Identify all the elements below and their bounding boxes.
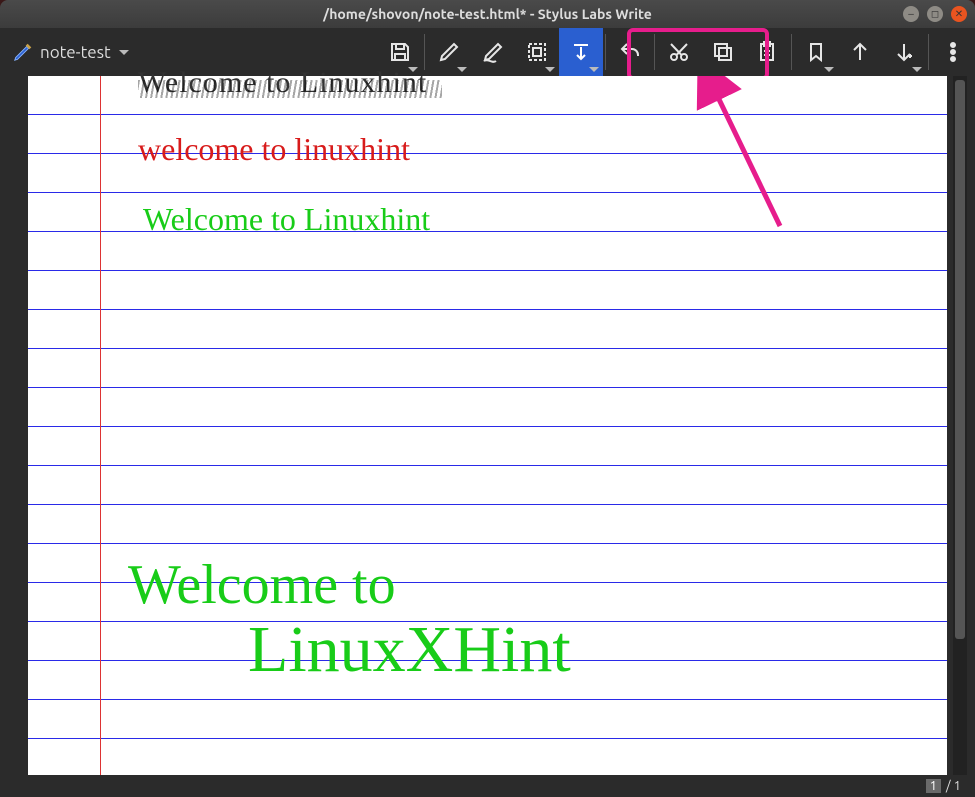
bookmark-icon [804,40,828,64]
cut-icon [667,40,691,64]
cut-button[interactable] [657,28,701,76]
handwriting-big-line-a: Welcome to [128,554,396,616]
maximize-icon[interactable]: ◻ [927,6,943,22]
margin-line [100,76,101,775]
copy-icon [711,40,735,64]
toolbar-separator [424,34,425,70]
overflow-menu-button[interactable] [931,28,975,76]
chevron-down-icon [545,67,555,72]
handwriting-big: Welcome to LinuxXHint [128,556,571,684]
document-tab[interactable]: note-test [0,28,141,76]
handwriting-line-2: welcome to linuxhint [138,131,410,168]
chevron-down-icon [824,67,834,72]
chevron-down-icon [589,67,599,72]
page-current: 1 [926,779,941,793]
paste-button[interactable] [745,28,789,76]
select-icon [525,40,549,64]
status-bar: 1 / 1 [0,775,975,797]
save-icon [388,40,412,64]
stroke-eraser-button[interactable] [471,28,515,76]
next-page-icon [892,40,916,64]
insert-space-button[interactable] [559,28,603,76]
pencil-tab-icon [12,41,34,63]
canvas-area[interactable]: Welcome to Linuxhint welcome to linuxhin… [0,76,975,775]
chevron-down-icon [457,67,467,72]
page-separator: / [943,779,954,793]
chevron-down-icon [912,67,922,72]
prev-page-icon [848,40,872,64]
bookmark-button[interactable] [794,28,838,76]
toolbar-separator [654,34,655,70]
overflow-icon [941,40,965,64]
window-title: /home/shovon/note-test.html* - Stylus La… [0,6,975,22]
pen-tool-icon [437,40,461,64]
paste-icon [755,40,779,64]
stroke-eraser-icon [481,40,505,64]
copy-button[interactable] [701,28,745,76]
handwriting-line-1: Welcome to Linuxhint [138,66,427,100]
vertical-scrollbar[interactable] [953,76,967,775]
toolbar-separator [605,34,606,70]
window-titlebar: /home/shovon/note-test.html* - Stylus La… [0,0,975,28]
paper-page[interactable]: Welcome to Linuxhint welcome to linuxhin… [28,76,947,775]
handwriting-line-3: Welcome to Linuxhint [143,201,430,238]
select-tool-button[interactable] [515,28,559,76]
prev-page-button[interactable] [838,28,882,76]
toolbar-separator [791,34,792,70]
close-icon[interactable]: ✕ [951,6,967,22]
chevron-down-icon [119,50,129,55]
undo-button[interactable] [608,28,652,76]
insert-space-icon [569,40,593,64]
minimize-icon[interactable]: ‒ [903,6,919,22]
handwriting-big-line-b: LinuxXHint [248,615,571,684]
document-tab-label: note-test [40,43,111,62]
toolbar-separator [928,34,929,70]
scrollbar-thumb[interactable] [955,80,965,639]
undo-icon [618,40,642,64]
page-total: 1 [954,779,961,793]
pen-tool-button[interactable] [427,28,471,76]
next-page-button[interactable] [882,28,926,76]
